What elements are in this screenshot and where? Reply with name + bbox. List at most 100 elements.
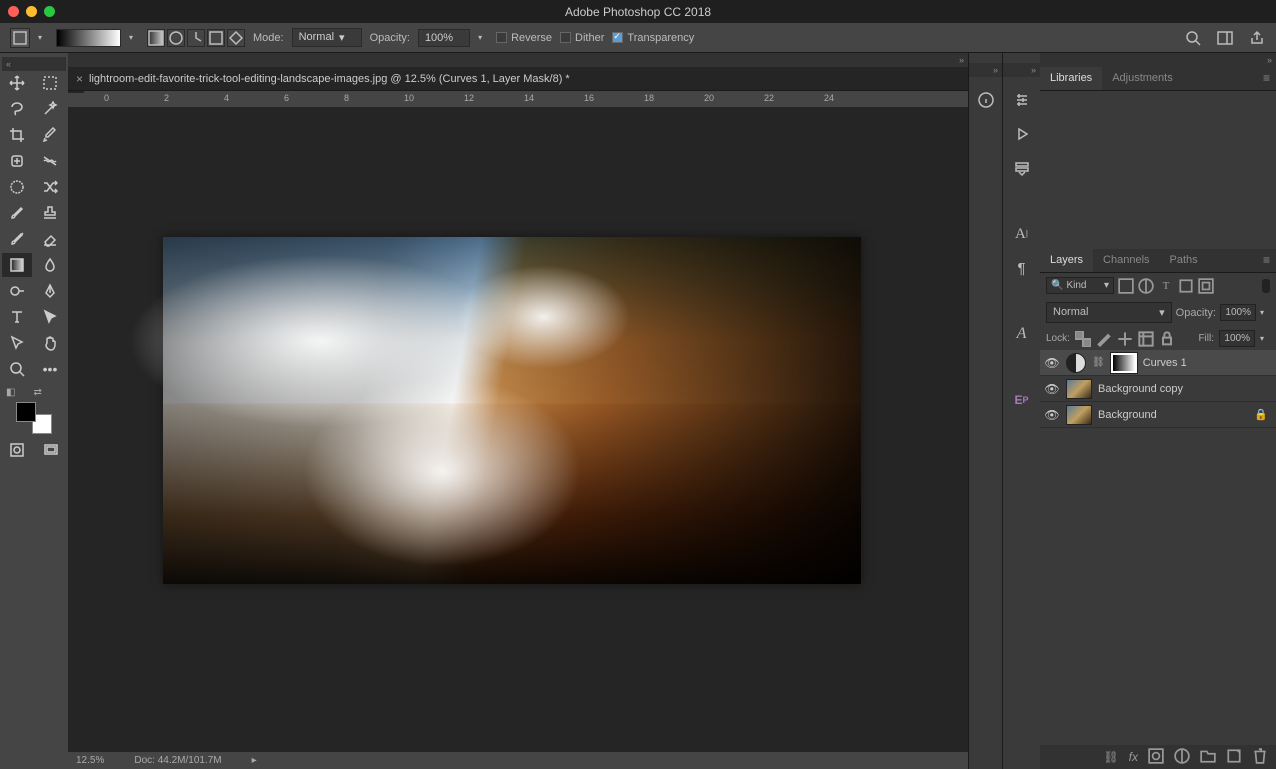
layer-name[interactable]: Background — [1098, 409, 1157, 421]
filter-shape-icon[interactable] — [1178, 278, 1194, 294]
collapse-handle[interactable]: « — [2, 57, 66, 71]
filter-adjust-icon[interactable] — [1138, 278, 1154, 294]
status-arrow-icon[interactable]: ▸ — [252, 755, 257, 766]
link-layers-icon[interactable]: ⛓ — [1103, 750, 1118, 764]
adjustment-thumb-icon[interactable] — [1066, 353, 1086, 373]
chevron-down-icon[interactable]: ▾ — [38, 33, 48, 42]
share-icon[interactable] — [1248, 29, 1266, 47]
type-tool-icon[interactable] — [2, 305, 32, 329]
workspace-icon[interactable] — [1216, 29, 1234, 47]
delete-layer-icon[interactable] — [1252, 748, 1268, 767]
gradient-tool-icon[interactable] — [2, 253, 32, 277]
collapse-handle[interactable]: » — [68, 53, 968, 67]
paragraph-panel-icon[interactable]: ¶ — [1011, 257, 1033, 279]
tab-layers[interactable]: Layers — [1040, 249, 1093, 272]
transparency-checkbox[interactable]: Transparency — [612, 32, 694, 44]
filter-smart-icon[interactable] — [1198, 278, 1214, 294]
blur-tool-icon[interactable] — [35, 253, 65, 277]
panel-menu-icon[interactable]: ≡ — [1257, 249, 1276, 272]
dither-checkbox[interactable]: Dither — [560, 32, 604, 44]
chevron-down-icon[interactable]: ▾ — [1260, 334, 1270, 343]
shuffle-tool-icon[interactable] — [35, 175, 65, 199]
character-panel-icon[interactable]: A| — [1011, 223, 1033, 245]
linear-gradient-icon[interactable] — [147, 29, 165, 47]
document-tab[interactable]: × lightroom-edit-favorite-trick-tool-edi… — [68, 72, 578, 86]
lasso-tool-icon[interactable] — [2, 97, 32, 121]
close-window-icon[interactable] — [8, 6, 19, 17]
fill-input[interactable]: 100% — [1219, 330, 1255, 347]
close-tab-icon[interactable]: × — [76, 72, 83, 86]
link-mask-icon[interactable]: ⛓ — [1092, 357, 1105, 368]
properties-panel-icon[interactable] — [1011, 89, 1033, 111]
color-swatches[interactable] — [16, 402, 52, 434]
dodge-tool-icon[interactable] — [2, 279, 32, 303]
radial-gradient-icon[interactable] — [167, 29, 185, 47]
filter-toggle[interactable] — [1262, 279, 1270, 293]
chevron-down-icon[interactable]: ▾ — [1260, 308, 1270, 317]
new-layer-icon[interactable] — [1226, 748, 1242, 767]
patch-tool-icon[interactable] — [35, 149, 65, 173]
opacity-input[interactable]: 100% — [418, 29, 470, 47]
tab-libraries[interactable]: Libraries — [1040, 67, 1102, 90]
eraser-tool-icon[interactable] — [35, 227, 65, 251]
lock-all-icon[interactable] — [1159, 331, 1175, 347]
swap-colors-icon[interactable]: ⇄ — [33, 387, 41, 398]
layer-item[interactable]: 👁 ⛓ Curves 1 — [1040, 350, 1276, 376]
tool-preset-picker[interactable] — [10, 28, 30, 48]
zoom-level[interactable]: 12.5% — [76, 755, 104, 766]
screenmode-icon[interactable] — [36, 438, 66, 462]
tab-adjustments[interactable]: Adjustments — [1102, 67, 1183, 90]
visibility-icon[interactable]: 👁 — [1044, 356, 1060, 370]
glyphs-panel-icon[interactable]: A — [1011, 323, 1033, 345]
visibility-icon[interactable]: 👁 — [1044, 408, 1060, 422]
blend-mode-select[interactable]: Normal ▾ — [292, 28, 362, 47]
crop-tool-icon[interactable] — [2, 123, 32, 147]
collapse-handle[interactable]: » — [1040, 53, 1276, 67]
chevron-down-icon[interactable]: ▾ — [129, 33, 139, 42]
brush-tool-icon[interactable] — [2, 201, 32, 225]
search-icon[interactable] — [1184, 29, 1202, 47]
info-panel-icon[interactable] — [975, 89, 997, 111]
tab-channels[interactable]: Channels — [1093, 249, 1159, 272]
frame-tool-icon[interactable] — [2, 175, 32, 199]
layer-mask-thumb[interactable] — [1111, 353, 1137, 373]
reflected-gradient-icon[interactable] — [207, 29, 225, 47]
healing-brush-tool-icon[interactable] — [2, 149, 32, 173]
default-colors-icon[interactable]: ◧ — [6, 387, 15, 398]
layer-name[interactable]: Background copy — [1098, 383, 1183, 395]
direct-select-tool-icon[interactable] — [2, 331, 32, 355]
visibility-icon[interactable]: 👁 — [1044, 382, 1060, 396]
filter-type-icon[interactable]: T — [1158, 278, 1174, 294]
magic-wand-tool-icon[interactable] — [35, 97, 65, 121]
filter-pixel-icon[interactable] — [1118, 278, 1134, 294]
history-brush-tool-icon[interactable] — [2, 227, 32, 251]
layer-item[interactable]: 👁 Background 🔒 — [1040, 402, 1276, 428]
layer-name[interactable]: Curves 1 — [1143, 357, 1187, 369]
more-tools-icon[interactable]: ••• — [35, 357, 65, 381]
lock-position-icon[interactable] — [1117, 331, 1133, 347]
foreground-color[interactable] — [16, 402, 36, 422]
diamond-gradient-icon[interactable] — [227, 29, 245, 47]
pen-tool-icon[interactable] — [35, 279, 65, 303]
gradient-swatch[interactable] — [56, 29, 121, 47]
minimize-window-icon[interactable] — [26, 6, 37, 17]
hand-tool-icon[interactable] — [35, 331, 65, 355]
lock-pixels-icon[interactable] — [1096, 331, 1112, 347]
actions-panel-icon[interactable] — [1011, 123, 1033, 145]
blend-mode-select[interactable]: Normal▾ — [1046, 302, 1172, 323]
collapse-handle[interactable]: » — [1003, 63, 1040, 77]
move-tool-icon[interactable] — [2, 71, 32, 95]
maximize-window-icon[interactable] — [44, 6, 55, 17]
panel-menu-icon[interactable]: ≡ — [1257, 67, 1276, 90]
new-group-icon[interactable] — [1200, 748, 1216, 767]
marquee-tool-icon[interactable] — [35, 71, 65, 95]
lock-artboard-icon[interactable] — [1138, 331, 1154, 347]
history-panel-icon[interactable] — [1011, 157, 1033, 179]
reverse-checkbox[interactable]: Reverse — [496, 32, 552, 44]
collapse-handle[interactable]: » — [969, 63, 1002, 77]
lock-transparency-icon[interactable] — [1075, 331, 1091, 347]
canvas-viewport[interactable] — [68, 107, 968, 752]
add-mask-icon[interactable] — [1148, 748, 1164, 767]
stamp-tool-icon[interactable] — [35, 201, 65, 225]
layer-thumb[interactable] — [1066, 405, 1092, 425]
